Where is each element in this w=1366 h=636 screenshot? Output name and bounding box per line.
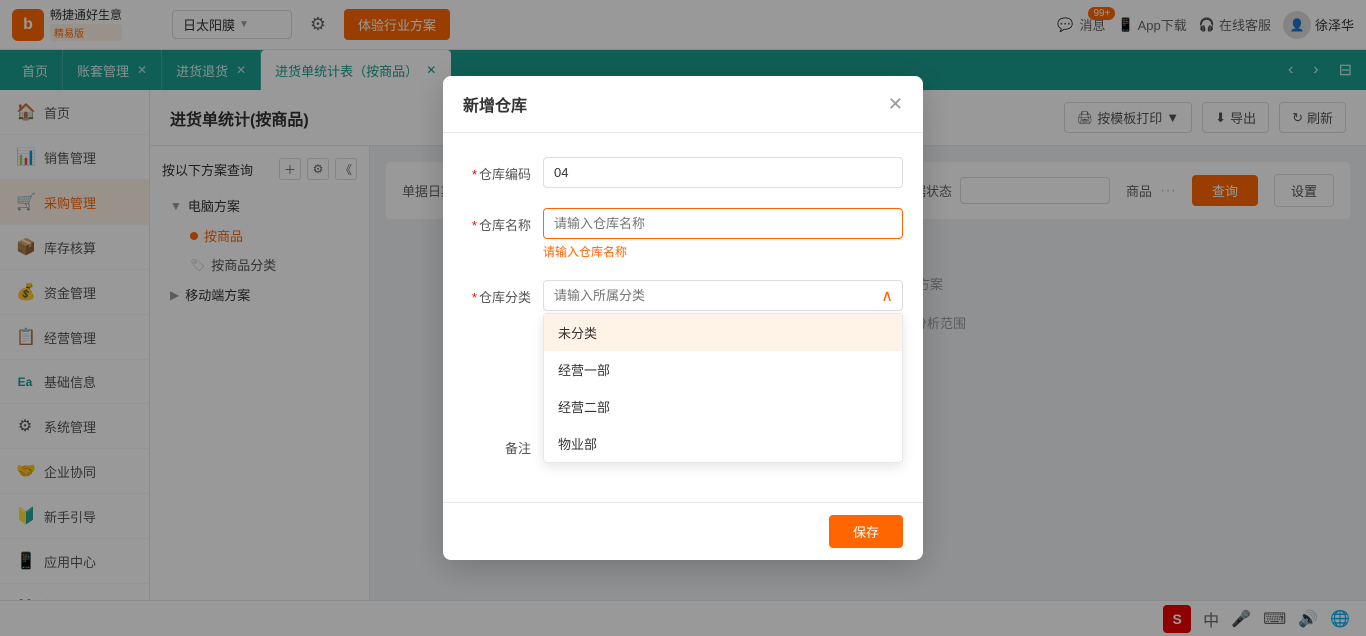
code-label: 仓库编码	[463, 157, 543, 183]
name-label: 仓库名称	[463, 208, 543, 234]
dropdown-item-2[interactable]: 经营二部	[544, 388, 902, 425]
dropdown-item-1[interactable]: 经营一部	[544, 351, 902, 388]
dropdown-item-0[interactable]: 未分类	[544, 314, 902, 351]
category-dropdown-list: 未分类 经营一部 经营二部 物业部	[543, 313, 903, 463]
form-row-name: 仓库名称 请输入仓库名称	[463, 208, 903, 260]
note-label: 备注	[463, 431, 543, 457]
category-toggle-icon[interactable]: ∧	[881, 286, 893, 306]
warehouse-category-input[interactable]	[543, 280, 903, 311]
category-label: 仓库分类	[463, 280, 543, 306]
overlay[interactable]: 新增仓库 ✕ 仓库编码 仓库名称 请输入仓库名称 仓库分类	[0, 0, 1366, 636]
dropdown-item-3[interactable]: 物业部	[544, 425, 902, 462]
dialog-body: 仓库编码 仓库名称 请输入仓库名称 仓库分类 ∧	[443, 133, 923, 502]
dialog-header: 新增仓库 ✕	[443, 76, 923, 133]
form-row-category: 仓库分类 ∧ 未分类 经营一部 经营二部 物业部	[463, 280, 903, 311]
warehouse-name-input[interactable]	[543, 208, 903, 239]
form-row-code: 仓库编码	[463, 157, 903, 188]
save-button[interactable]: 保存	[829, 515, 903, 548]
name-error-message: 请输入仓库名称	[543, 243, 903, 260]
dialog-new-warehouse: 新增仓库 ✕ 仓库编码 仓库名称 请输入仓库名称 仓库分类	[443, 76, 923, 560]
warehouse-code-input[interactable]	[543, 157, 903, 188]
dialog-close-button[interactable]: ✕	[888, 95, 903, 113]
dialog-title: 新增仓库	[463, 92, 527, 116]
dialog-footer: 保存	[443, 502, 923, 560]
